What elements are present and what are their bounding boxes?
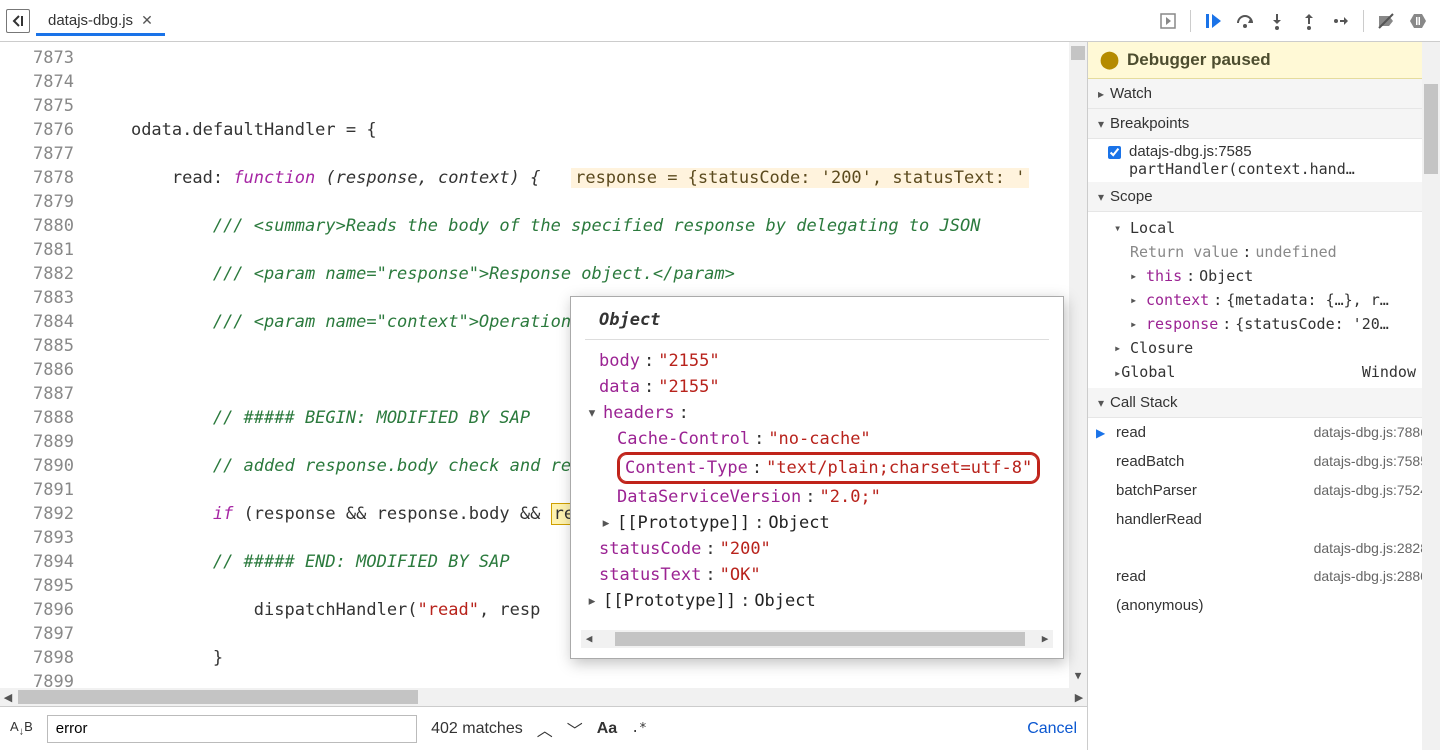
expand-icon[interactable]: ▸ [585, 588, 599, 614]
callstack-location: datajs-dbg.js:7585 [1314, 453, 1428, 470]
callstack-frame[interactable]: batchParser datajs-dbg.js:7524 [1088, 476, 1440, 505]
close-icon[interactable]: ✕ [141, 12, 153, 29]
callstack-frame[interactable]: read datajs-dbg.js:7886 [1088, 418, 1440, 447]
next-match-button[interactable]: ﹀ [567, 717, 583, 741]
toolbar: datajs-dbg.js ✕ [0, 0, 1440, 42]
prev-match-button[interactable]: ︿ [537, 717, 553, 741]
editor-vertical-scrollbar[interactable]: ▲ ▼ [1069, 42, 1087, 688]
callstack-location: datajs-dbg.js:2828 [1314, 540, 1428, 556]
step-over-button[interactable] [1231, 7, 1259, 35]
callstack-function: read [1116, 424, 1146, 441]
regex-button[interactable]: .* [631, 721, 647, 736]
scroll-down-icon[interactable]: ▼ [1069, 664, 1087, 688]
banner-text: Debugger paused [1127, 50, 1271, 70]
callstack-function: read [1116, 568, 1146, 585]
cancel-button[interactable]: Cancel [1027, 720, 1077, 738]
callstack-frame[interactable]: datajs-dbg.js:2828 [1088, 534, 1440, 562]
search-mode-icon[interactable]: A↓B [10, 719, 33, 738]
callstack-function: handlerRead [1116, 511, 1202, 528]
hover-object-tooltip: Object body: "2155" data: "2155" ▾header… [570, 296, 1064, 659]
resume-button[interactable] [1199, 7, 1227, 35]
callstack-frame[interactable]: handlerRead [1088, 505, 1440, 534]
step-out-button[interactable] [1295, 7, 1323, 35]
pause-exceptions-button[interactable] [1404, 7, 1432, 35]
callstack-frame[interactable]: (anonymous) [1088, 591, 1440, 620]
file-tab[interactable]: datajs-dbg.js ✕ [36, 6, 165, 36]
toolbar-divider [1363, 10, 1364, 32]
debugger-paused-banner: ⬤ Debugger paused [1088, 42, 1440, 79]
scroll-thumb[interactable] [615, 632, 1025, 646]
callstack-section-header[interactable]: Call Stack [1088, 388, 1440, 418]
callstack-list: read datajs-dbg.js:7886 readBatch datajs-db… [1088, 418, 1440, 620]
scroll-thumb[interactable] [1424, 84, 1438, 174]
debug-vertical-scrollbar[interactable] [1422, 42, 1440, 750]
scroll-right-icon[interactable]: ▶ [1037, 626, 1053, 652]
match-count: 402 matches [431, 720, 523, 738]
callstack-function: (anonymous) [1116, 597, 1204, 614]
scope-local-label[interactable]: Local [1130, 219, 1175, 237]
scroll-right-icon[interactable]: ▶ [1071, 691, 1087, 704]
watch-section-header[interactable]: Watch [1088, 79, 1440, 109]
callstack-location: datajs-dbg.js:7886 [1314, 424, 1428, 441]
breakpoint-location: datajs-dbg.js:7585 [1129, 143, 1355, 160]
scope-global-label[interactable]: Global [1121, 363, 1175, 381]
scroll-left-icon[interactable]: ◀ [0, 691, 16, 704]
editor-horizontal-scrollbar[interactable]: ◀ ▶ [0, 688, 1087, 706]
breakpoint-item[interactable]: datajs-dbg.js:7585 partHandler(context.h… [1088, 139, 1440, 182]
scroll-thumb[interactable] [1071, 46, 1085, 60]
file-tab-label: datajs-dbg.js [48, 12, 133, 29]
debugger-pane: ⬤ Debugger paused Watch Breakpoints data… [1088, 42, 1440, 750]
deactivate-breakpoints-button[interactable] [1372, 7, 1400, 35]
run-snippet-icon[interactable] [1154, 7, 1182, 35]
toolbar-divider [1190, 10, 1191, 32]
panel-toggle-button[interactable] [6, 9, 30, 33]
scope-closure-label[interactable]: Closure [1130, 339, 1193, 357]
breakpoint-code: partHandler(context.hand… [1129, 160, 1355, 178]
expand-icon[interactable]: ▾ [585, 400, 599, 426]
breakpoints-section-header[interactable]: Breakpoints [1088, 109, 1440, 139]
scroll-left-icon[interactable]: ◀ [581, 626, 597, 652]
inline-value: response = {statusCode: '200', statusTex… [571, 168, 1029, 188]
search-bar: A↓B 402 matches ︿ ﹀ Aa .* Cancel [0, 706, 1087, 750]
callstack-location: datajs-dbg.js:2880 [1314, 568, 1428, 585]
step-button[interactable] [1327, 7, 1355, 35]
callstack-function: readBatch [1116, 453, 1184, 470]
scope-section-header[interactable]: Scope [1088, 182, 1440, 212]
tooltip-title: Object [585, 307, 1049, 333]
highlighted-property: Content-Type: "text/plain;charset=utf-8" [617, 452, 1040, 484]
search-input[interactable] [47, 715, 417, 743]
tooltip-horizontal-scrollbar[interactable]: ◀ ▶ [581, 630, 1053, 648]
editor-pane: 7873787478757876787778787879788078817882… [0, 42, 1088, 750]
breakpoint-checkbox[interactable] [1108, 146, 1121, 159]
callstack-frame[interactable]: read datajs-dbg.js:2880 [1088, 562, 1440, 591]
callstack-location: datajs-dbg.js:7524 [1314, 482, 1428, 499]
scroll-thumb[interactable] [18, 690, 418, 704]
callstack-frame[interactable]: readBatch datajs-dbg.js:7585 [1088, 447, 1440, 476]
match-case-button[interactable]: Aa [597, 720, 617, 738]
line-gutter: 7873787478757876787778787879788078817882… [0, 42, 84, 688]
expand-icon[interactable]: ▸ [599, 510, 613, 536]
callstack-function: batchParser [1116, 482, 1197, 499]
warning-icon: ⬤ [1100, 50, 1119, 70]
step-into-button[interactable] [1263, 7, 1291, 35]
